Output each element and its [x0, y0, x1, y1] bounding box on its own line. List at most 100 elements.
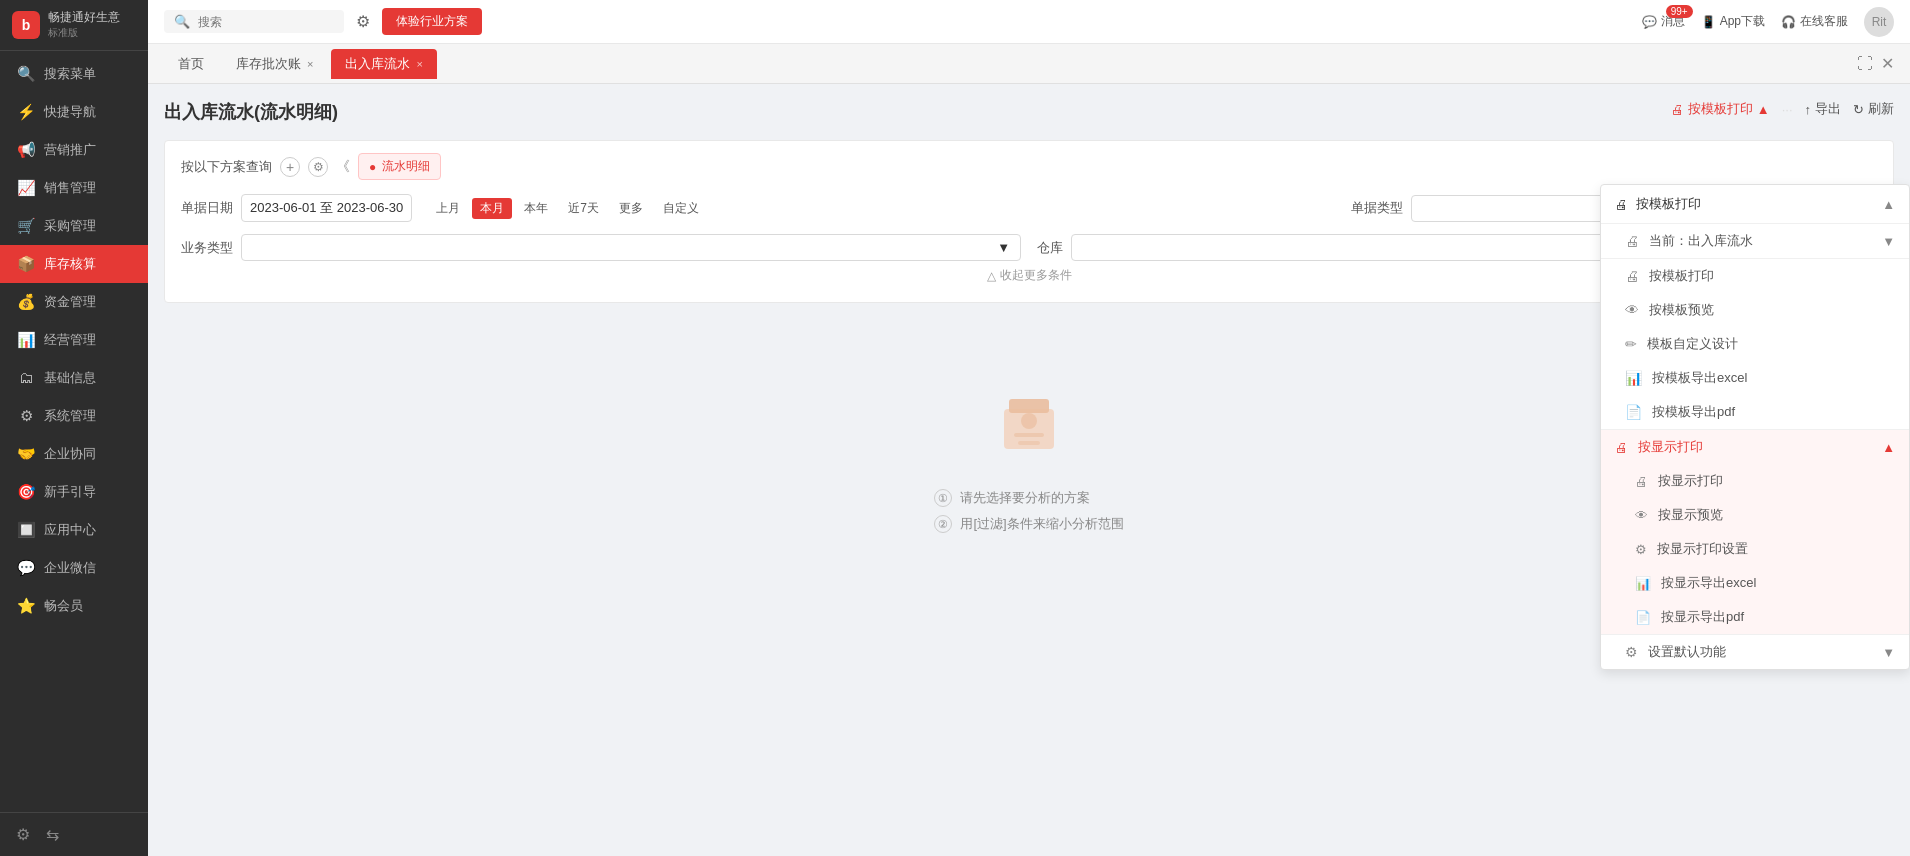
display-print-item[interactable]: 🖨 按显示打印: [1601, 464, 1909, 498]
date-picker[interactable]: 2023-06-01 至 2023-06-30: [241, 194, 412, 222]
header-settings-icon[interactable]: ⚙: [356, 12, 370, 31]
date-tab-custom[interactable]: 自定义: [655, 198, 707, 219]
base-icon: 🗂: [16, 369, 36, 386]
filter-settings-btn[interactable]: ⚙: [308, 157, 328, 177]
collab-icon: 🤝: [16, 445, 36, 463]
finance-icon: 💰: [16, 293, 36, 311]
date-tab-year[interactable]: 本年: [516, 198, 556, 219]
display-pdf-item[interactable]: 📄 按显示导出pdf: [1601, 600, 1909, 634]
refresh-btn[interactable]: ↻ 刷新: [1853, 100, 1894, 118]
template-print-label: 按模板打印: [1649, 267, 1714, 285]
logo-icon: b: [12, 11, 40, 39]
sidebar-item-collab[interactable]: 🤝企业协同: [0, 435, 148, 473]
sidebar-label-shortcuts: 快捷导航: [44, 103, 96, 121]
template-design-item[interactable]: ✏ 模板自定义设计: [1601, 327, 1909, 361]
template-excel-item[interactable]: 📊 按模板导出excel: [1601, 361, 1909, 395]
display-print-header[interactable]: 🖨 按显示打印 ▲: [1601, 430, 1909, 464]
expand-icon[interactable]: ⇆: [46, 825, 59, 844]
print-current-label: 当前：出入库流水: [1649, 232, 1753, 250]
template-pdf-label: 按模板导出pdf: [1652, 403, 1735, 421]
template-design-icon: ✏: [1625, 336, 1637, 352]
tab-batch-close[interactable]: ×: [307, 58, 313, 70]
print-current-arrow: ▼: [1882, 234, 1895, 249]
search-input[interactable]: [198, 15, 318, 29]
sidebar-item-finance[interactable]: 💰资金管理: [0, 283, 148, 321]
display-preview-icon: 👁: [1635, 508, 1648, 523]
print-dropdown-collapse[interactable]: ▲: [1882, 197, 1895, 212]
template-design-label: 模板自定义设计: [1647, 335, 1738, 353]
date-tab-prev[interactable]: 上月: [428, 198, 468, 219]
date-tab-last7[interactable]: 近7天: [560, 198, 607, 219]
set-default-item[interactable]: ⚙ 设置默认功能 ▼: [1601, 635, 1909, 669]
sidebar-item-system[interactable]: ⚙ 系统管理: [0, 397, 148, 435]
online-service-btn[interactable]: 🎧 在线客服: [1781, 13, 1848, 30]
date-tab-curr[interactable]: 本月: [472, 198, 512, 219]
chevron-up-icon: ▲: [1757, 102, 1770, 117]
svg-rect-3: [1014, 433, 1044, 437]
page-title: 出入库流水(流水明细): [164, 100, 1894, 124]
display-print-icon: 🖨: [1635, 474, 1648, 489]
sidebar-item-purchase[interactable]: 🛒采购管理: [0, 207, 148, 245]
app-download-icon: 📱: [1701, 15, 1716, 29]
display-pdf-icon: 📄: [1635, 610, 1651, 625]
template-print-icon: 🖨: [1625, 268, 1639, 284]
sidebar-label-inventory: 库存核算: [44, 255, 96, 273]
sidebar-label-system: 系统管理: [44, 407, 96, 425]
sidebar-label-marketing: 营销推广: [44, 141, 96, 159]
sidebar-item-operations[interactable]: 📊经营管理: [0, 321, 148, 359]
headset-icon: 🎧: [1781, 15, 1796, 29]
tab-batch[interactable]: 库存批次账 ×: [222, 49, 327, 79]
date-range-text: 2023-06-01 至 2023-06-30: [250, 199, 403, 217]
filter-collapse-btn[interactable]: 《: [336, 158, 350, 176]
page-content: 出入库流水(流水明细) 🖨 按模板打印 ▲ ··· ↑ 导出 ↻ 刷新 按以下方…: [148, 84, 1910, 856]
sidebar-item-guide[interactable]: 🎯新手引导: [0, 473, 148, 511]
sidebar-item-marketing[interactable]: 📢营销推广: [0, 131, 148, 169]
sidebar-item-appcenter[interactable]: 🔲应用中心: [0, 511, 148, 549]
tab-flow[interactable]: 出入库流水 ×: [331, 49, 436, 79]
sidebar-item-sales[interactable]: 📈销售管理: [0, 169, 148, 207]
header-actions: 💬 消息 99+ 📱 App下载 🎧 在线客服 Rit: [1642, 7, 1894, 37]
tab-home[interactable]: 首页: [164, 49, 218, 79]
date-tab-more[interactable]: 更多: [611, 198, 651, 219]
filter-tag-label: 流水明细: [382, 158, 430, 175]
search-box[interactable]: 🔍: [164, 10, 344, 33]
display-settings-item[interactable]: ⚙ 按显示打印设置: [1601, 532, 1909, 566]
industry-btn[interactable]: 体验行业方案: [382, 8, 482, 35]
empty-step-1: ① 请先选择要分析的方案: [934, 489, 1123, 507]
display-print-subitems: 🖨 按显示打印 👁 按显示预览 ⚙ 按显示打印设置 📊 按显示导出excel: [1601, 464, 1909, 634]
doc-type-label: 单据类型: [1351, 199, 1403, 217]
tab-flow-close[interactable]: ×: [416, 58, 422, 70]
message-btn[interactable]: 💬 消息 99+: [1642, 13, 1685, 30]
member-icon: ⭐: [16, 597, 36, 615]
sidebar-label-member: 畅会员: [44, 597, 83, 615]
print-template-btn[interactable]: 🖨 按模板打印 ▲: [1671, 100, 1770, 118]
print-current-item[interactable]: 🖨 当前：出入库流水 ▼: [1601, 224, 1909, 258]
display-excel-label: 按显示导出excel: [1661, 574, 1756, 592]
shortcuts-icon: ⚡: [16, 103, 36, 121]
sidebar-item-inventory[interactable]: 📦库存核算: [0, 245, 148, 283]
purchase-icon: 🛒: [16, 217, 36, 235]
display-preview-item[interactable]: 👁 按显示预览: [1601, 498, 1909, 532]
display-excel-item[interactable]: 📊 按显示导出excel: [1601, 566, 1909, 600]
business-type-label: 业务类型: [181, 239, 233, 257]
sidebar-item-wxwork[interactable]: 💬企业微信: [0, 549, 148, 587]
app-download-btn[interactable]: 📱 App下载: [1701, 13, 1765, 30]
tab-expand-area: ⛶ ✕: [1857, 54, 1894, 73]
tab-batch-label: 库存批次账: [236, 55, 301, 73]
close-tab-btn[interactable]: ✕: [1881, 54, 1894, 73]
sidebar-item-member[interactable]: ⭐ 畅会员: [0, 587, 148, 625]
system-icon: ⚙: [16, 407, 36, 425]
export-btn[interactable]: ↑ 导出: [1805, 100, 1842, 118]
sidebar-item-base[interactable]: 🗂基础信息: [0, 359, 148, 397]
user-avatar[interactable]: Rit: [1864, 7, 1894, 37]
template-preview-item[interactable]: 👁 按模板预览: [1601, 293, 1909, 327]
settings-icon[interactable]: ⚙: [16, 825, 30, 844]
filter-add-btn[interactable]: +: [280, 157, 300, 177]
display-settings-icon: ⚙: [1635, 542, 1647, 557]
maximize-btn[interactable]: ⛶: [1857, 54, 1873, 73]
template-pdf-item[interactable]: 📄 按模板导出pdf: [1601, 395, 1909, 429]
sidebar-item-shortcuts[interactable]: ⚡ 快捷导航: [0, 93, 148, 131]
template-print-item[interactable]: 🖨 按模板打印: [1601, 259, 1909, 293]
sidebar-item-search[interactable]: 🔍搜索菜单: [0, 55, 148, 93]
business-type-select[interactable]: ▼: [241, 234, 1021, 261]
